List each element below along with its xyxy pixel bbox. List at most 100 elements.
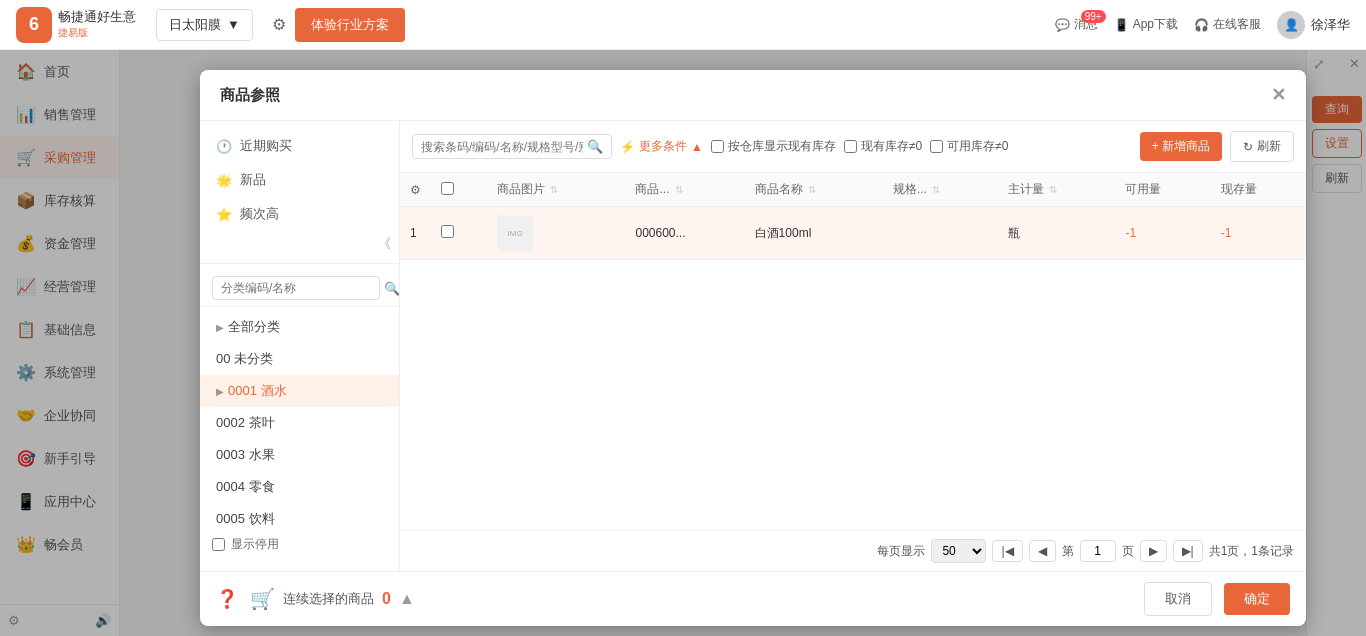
td-available: -1: [1115, 207, 1210, 260]
td-stock: -1: [1211, 207, 1306, 260]
warehouse-checkbox[interactable]: [711, 140, 724, 153]
td-num: 1: [400, 207, 431, 260]
online-service[interactable]: 🎧 在线客服: [1194, 16, 1261, 33]
trial-button[interactable]: 体验行业方案: [295, 8, 405, 42]
add-product-button[interactable]: + 新增商品: [1140, 132, 1222, 161]
product-table-body: 1 IMG 000600...: [400, 207, 1306, 260]
pagination: 每页显示 50 100 |◀ ◀ 第 页 ▶ ▶| 共1页，1条记录: [400, 530, 1306, 571]
sort-spec-icon: ⇅: [932, 184, 940, 195]
high-freq-item[interactable]: ⭐ 频次高: [200, 197, 399, 231]
main-layout: 🏠 首页 📊 销售管理 🛒 采购管理 📦 库存核算 💰 资金管理 📈 经营管理 …: [0, 50, 1366, 636]
filter-icon: ⚡: [620, 140, 635, 154]
th-stock: 现存量: [1211, 173, 1306, 207]
cat-0004[interactable]: 0004 零食: [200, 471, 399, 503]
show-disabled-checkbox[interactable]: [212, 538, 225, 551]
top-header: 6 畅捷通好生意 捷易版 日太阳膜 ▼ ⚙ 体验行业方案 💬 消息 99+ 📱 …: [0, 0, 1366, 50]
available-stock-checkbox-label[interactable]: 可用库存≠0: [930, 138, 1008, 155]
content-area: ✕ ⤢ 查询 设置 刷新 商品参照 ✕ 🕐 近期购买: [120, 50, 1366, 636]
td-unit: 瓶: [998, 207, 1116, 260]
confirm-button[interactable]: 确定: [1224, 583, 1290, 615]
sort-code-icon: ⇅: [675, 184, 683, 195]
td-code: 000600...: [625, 207, 744, 260]
cat-tri-icon: ▶: [216, 322, 224, 333]
page-number-input[interactable]: [1080, 540, 1116, 562]
avatar: 👤: [1277, 11, 1305, 39]
cart-area: 🛒 连续选择的商品 0 ▲: [250, 587, 1132, 611]
next-page-btn[interactable]: ▶: [1140, 540, 1167, 562]
footer-collapse-btn[interactable]: ▲: [399, 590, 415, 608]
cat-all[interactable]: ▶ 全部分类: [200, 311, 399, 343]
current-stock-checkbox[interactable]: [844, 140, 857, 153]
logo-icon: 6: [16, 7, 52, 43]
show-disabled-area: 显示停用: [200, 526, 399, 563]
warehouse-checkbox-label[interactable]: 按仓库显示现有库存: [711, 138, 836, 155]
recent-buy-item[interactable]: 🕐 近期购买: [200, 129, 399, 163]
first-page-btn[interactable]: |◀: [992, 540, 1022, 562]
table-settings-icon[interactable]: ⚙: [410, 183, 421, 197]
table-row[interactable]: 1 IMG 000600...: [400, 207, 1306, 260]
th-available: 可用量: [1115, 173, 1210, 207]
high-freq-icon: ⭐: [216, 207, 232, 222]
modal-header: 商品参照 ✕: [200, 70, 1306, 121]
per-page-select[interactable]: 50 100: [931, 539, 986, 563]
table-header-row: ⚙ 商品图片 ⇅: [400, 173, 1306, 207]
logo-area: 6 畅捷通好生意 捷易版: [16, 7, 136, 43]
product-table-container: ⚙ 商品图片 ⇅: [400, 173, 1306, 530]
sort-unit-icon: ⇅: [1049, 184, 1057, 195]
th-unit[interactable]: 主计量 ⇅: [998, 173, 1116, 207]
td-checkbox: [431, 207, 487, 260]
select-all-checkbox[interactable]: [441, 182, 454, 195]
category-search-input[interactable]: [212, 276, 380, 300]
divider: [200, 263, 399, 264]
last-page-btn[interactable]: ▶|: [1173, 540, 1203, 562]
th-code[interactable]: 商品... ⇅: [625, 173, 744, 207]
current-stock-checkbox-label[interactable]: 现有库存≠0: [844, 138, 922, 155]
cat-0005[interactable]: 0005 饮料: [200, 503, 399, 526]
product-search-input[interactable]: [421, 140, 583, 154]
header-right: 💬 消息 99+ 📱 App下载 🎧 在线客服 👤 徐泽华: [1055, 11, 1350, 39]
new-items-icon: 🌟: [216, 173, 232, 188]
right-panel: 🔍 ⚡ 更多条件 ▲ 按仓库显示现有库存: [400, 121, 1306, 571]
modal-close-button[interactable]: ✕: [1271, 84, 1286, 106]
td-name: 白酒100ml: [745, 207, 883, 260]
th-checkbox: [431, 173, 487, 207]
left-panel: 🕐 近期购买 🌟 新品 ⭐ 频次高 《: [200, 121, 400, 571]
nav-dropdown[interactable]: 日太阳膜 ▼: [156, 9, 253, 41]
th-name[interactable]: 商品名称 ⇅: [745, 173, 883, 207]
modal-body: 🕐 近期购买 🌟 新品 ⭐ 频次高 《: [200, 121, 1306, 571]
modal-title: 商品参照: [220, 86, 280, 105]
search-icon[interactable]: 🔍: [587, 139, 603, 154]
th-img: 商品图片 ⇅: [487, 173, 625, 207]
collapse-left-btn[interactable]: 《: [200, 231, 399, 257]
help-button[interactable]: ❓: [216, 588, 238, 610]
cat-0003[interactable]: 0003 水果: [200, 439, 399, 471]
right-toolbar: 🔍 ⚡ 更多条件 ▲ 按仓库显示现有库存: [400, 121, 1306, 173]
available-stock-checkbox[interactable]: [930, 140, 943, 153]
cat-0002[interactable]: 0002 茶叶: [200, 407, 399, 439]
sort-img-icon: ⇅: [550, 184, 558, 195]
th-spec[interactable]: 规格... ⇅: [883, 173, 998, 207]
cat-search-icon[interactable]: 🔍: [384, 281, 400, 296]
product-reference-modal: 商品参照 ✕ 🕐 近期购买 🌟 新品 ⭐ 频次: [200, 70, 1306, 626]
messages-icon[interactable]: 💬 消息 99+: [1055, 16, 1098, 33]
product-image: IMG: [497, 215, 533, 251]
row-checkbox[interactable]: [441, 225, 454, 238]
cat-00[interactable]: 00 未分类: [200, 343, 399, 375]
prev-page-btn[interactable]: ◀: [1029, 540, 1056, 562]
modal-footer: ❓ 🛒 连续选择的商品 0 ▲ 取消 确定: [200, 571, 1306, 626]
filter-button[interactable]: ⚡ 更多条件 ▲: [620, 138, 703, 155]
cat-0001[interactable]: ▶ 0001 酒水: [200, 375, 399, 407]
sort-name-icon: ⇅: [808, 184, 816, 195]
refresh-button[interactable]: ↻ 刷新: [1230, 131, 1294, 162]
cancel-button[interactable]: 取消: [1144, 582, 1212, 616]
user-area[interactable]: 👤 徐泽华: [1277, 11, 1350, 39]
gear-icon[interactable]: ⚙: [263, 9, 295, 41]
category-search: 🔍: [200, 270, 399, 307]
cat-0001-tri: ▶: [216, 386, 224, 397]
logo-text: 畅捷通好生意 捷易版: [58, 9, 136, 40]
chevron-down-icon: ▼: [227, 17, 240, 32]
app-download[interactable]: 📱 App下载: [1114, 16, 1178, 33]
new-items-item[interactable]: 🌟 新品: [200, 163, 399, 197]
th-settings: ⚙: [400, 173, 431, 207]
refresh-icon: ↻: [1243, 140, 1253, 154]
